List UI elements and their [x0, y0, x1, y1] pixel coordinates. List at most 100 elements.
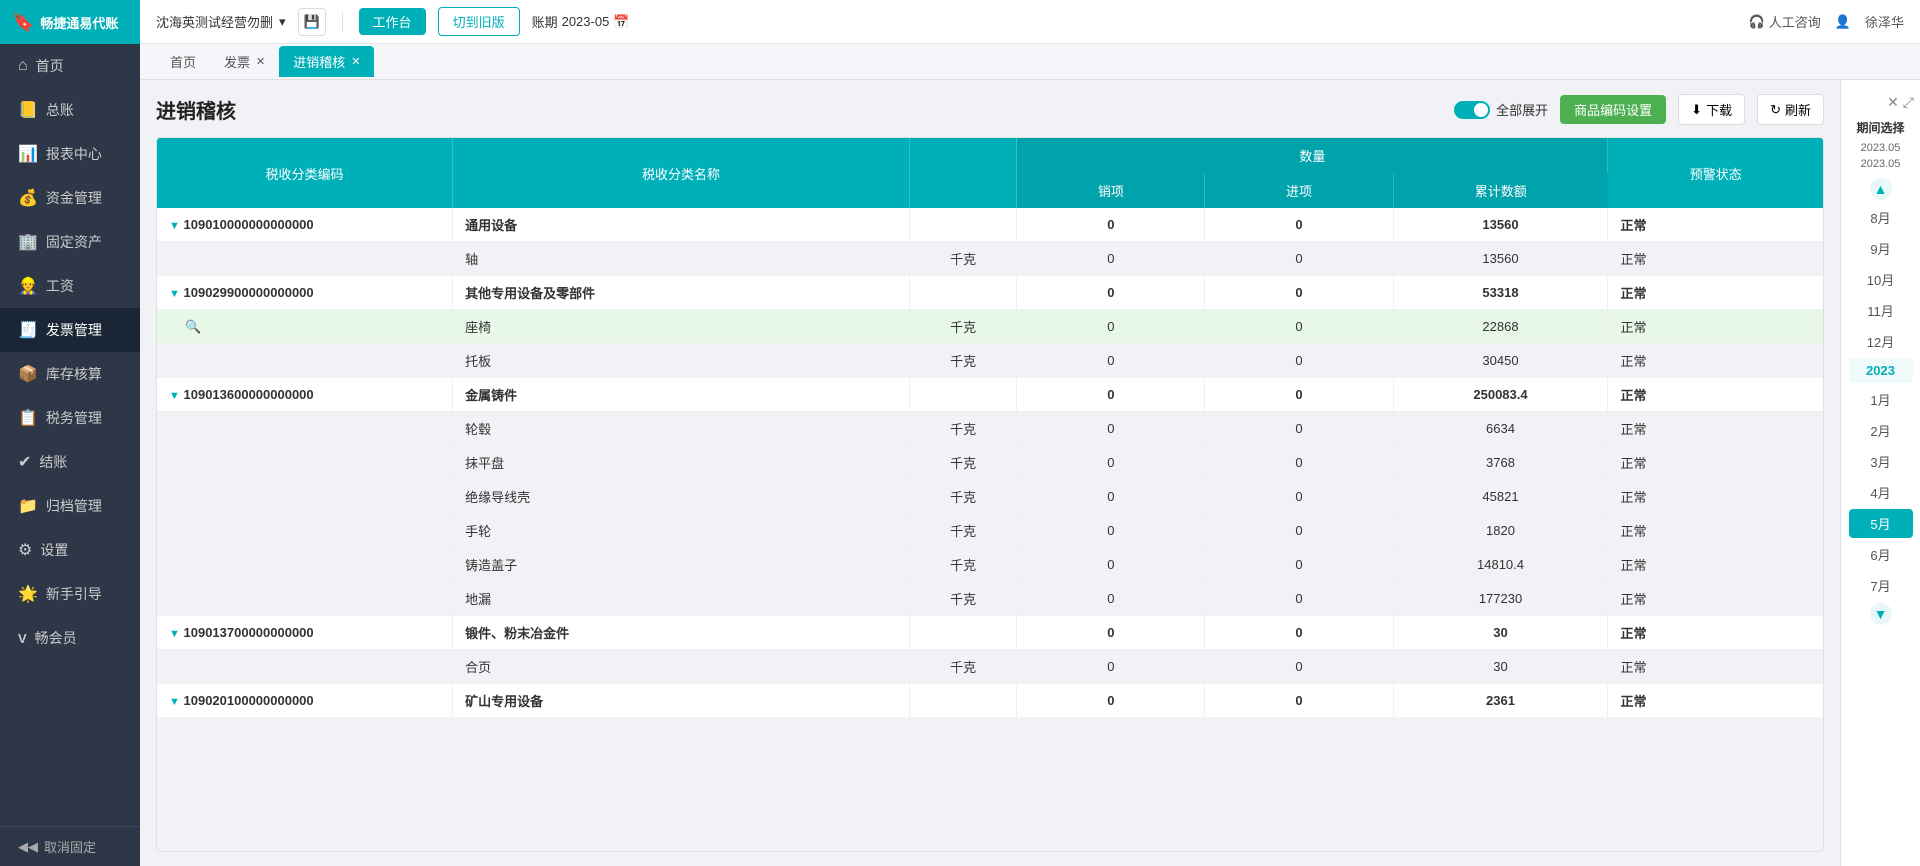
table-row[interactable]: 托板 千克 0 0 30450 正常 — [157, 344, 1823, 378]
data-table: 税收分类编码 税收分类名称 数量 预警状态 销项 进项 累计数额 — [157, 138, 1823, 717]
month-1[interactable]: 1月 — [1849, 385, 1913, 414]
cell-warning: 正常 — [1608, 582, 1823, 616]
logo-text: 畅捷通易代账 — [40, 13, 118, 32]
sidebar-item-guide[interactable]: 🌟 新手引导 — [0, 572, 140, 616]
sidebar-item-member[interactable]: V 畅会员 — [0, 616, 140, 660]
tab-reconcile[interactable]: 进销稽核 ✕ — [279, 46, 374, 77]
cell-code — [157, 582, 453, 616]
ledger-icon: 📒 — [18, 100, 38, 120]
table-row[interactable]: 抹平盘 千克 0 0 3768 正常 — [157, 446, 1823, 480]
table-row[interactable]: ▼ 109013700000000000 锻件、粉末冶金件 0 0 30 正常 — [157, 616, 1823, 650]
sidebar-label-settings: 设置 — [40, 540, 68, 560]
table-row[interactable]: 轴 千克 0 0 13560 正常 — [157, 242, 1823, 276]
th-tax-code: 税收分类编码 — [157, 138, 453, 208]
sidebar-item-home[interactable]: ⌂ 首页 — [0, 44, 140, 88]
save-draft-button[interactable]: 💾 — [298, 8, 326, 36]
switch-button[interactable]: 切到旧版 — [438, 7, 520, 36]
guide-icon: 🌟 — [18, 584, 38, 604]
tab-home[interactable]: 首页 — [156, 46, 210, 77]
month-5[interactable]: 5月 — [1849, 509, 1913, 538]
month-7[interactable]: 7月 — [1849, 571, 1913, 600]
save-icon: 💾 — [303, 14, 319, 30]
support-button[interactable]: 🎧 人工咨询 — [1749, 12, 1821, 31]
tab-reconcile-close[interactable]: ✕ — [351, 55, 360, 68]
invoice-mgmt-icon: 🧾 — [18, 320, 38, 340]
sidebar-item-settings[interactable]: ⚙ 设置 — [0, 528, 140, 572]
company-selector[interactable]: 沈海英测试经营勿删 ▾ — [156, 12, 286, 31]
table-row[interactable]: 手轮 千克 0 0 1820 正常 — [157, 514, 1823, 548]
panel-close-button[interactable]: ✕ — [1887, 94, 1899, 111]
table-row[interactable]: 🔍 座椅 千克 0 0 22868 正常 — [157, 310, 1823, 344]
expand-toggle[interactable]: 全部展开 — [1454, 100, 1548, 119]
table-row[interactable]: 铸造盖子 千克 0 0 14810.4 正常 — [157, 548, 1823, 582]
archive-icon: 📁 — [18, 496, 38, 516]
cell-code: ▼ 109020100000000000 — [157, 684, 453, 718]
cell-warning: 正常 — [1608, 480, 1823, 514]
sidebar-item-tax[interactable]: 📋 税务管理 — [0, 396, 140, 440]
cell-name: 其他专用设备及零部件 — [453, 276, 910, 310]
table-row[interactable]: ▼ 109010000000000000 通用设备 0 0 13560 正常 — [157, 208, 1823, 242]
workbench-button[interactable]: 工作台 — [359, 8, 426, 35]
th-unit — [909, 138, 1016, 208]
cell-code: ▼ 109013600000000000 — [157, 378, 453, 412]
cell-code: ▼ 109029900000000000 — [157, 276, 453, 310]
sidebar-item-invoice-mgmt[interactable]: 🧾 发票管理 — [0, 308, 140, 352]
month-12[interactable]: 12月 — [1849, 327, 1913, 356]
download-button[interactable]: ⬇ 下载 — [1678, 94, 1745, 125]
cell-name: 金属铸件 — [453, 378, 910, 412]
sidebar-item-ledger[interactable]: 📒 总账 — [0, 88, 140, 132]
tab-invoice[interactable]: 发票 ✕ — [210, 46, 279, 77]
cell-warning: 正常 — [1608, 208, 1823, 242]
cell-name: 轮毂 — [453, 412, 910, 446]
sidebar-item-assets[interactable]: 🏢 固定资产 — [0, 220, 140, 264]
cell-total: 3768 — [1393, 446, 1608, 480]
sidebar-item-funds[interactable]: 💰 资金管理 — [0, 176, 140, 220]
sidebar-label-reports: 报表中心 — [46, 144, 102, 164]
cell-code: ▼ 109010000000000000 — [157, 208, 453, 242]
search-icon-cell[interactable]: 🔍 — [185, 319, 201, 334]
period-up-button[interactable]: ▲ — [1870, 178, 1892, 200]
cell-total: 6634 — [1393, 412, 1608, 446]
table-row[interactable]: ▼ 109020100000000000 矿山专用设备 0 0 2361 正常 — [157, 684, 1823, 718]
month-11[interactable]: 11月 — [1849, 296, 1913, 325]
toggle-switch[interactable] — [1454, 101, 1490, 119]
sidebar-item-inventory[interactable]: 📦 库存核算 — [0, 352, 140, 396]
period-down-button[interactable]: ▼ — [1870, 603, 1892, 625]
cell-total: 30 — [1393, 650, 1608, 684]
table-row[interactable]: 轮毂 千克 0 0 6634 正常 — [157, 412, 1823, 446]
table-row[interactable]: ▼ 109029900000000000 其他专用设备及零部件 0 0 5331… — [157, 276, 1823, 310]
table-row[interactable]: ▼ 109013600000000000 金属铸件 0 0 250083.4 正… — [157, 378, 1823, 412]
month-3[interactable]: 3月 — [1849, 447, 1913, 476]
right-panel: ✕ ⤢ 期间选择 2023.05 2023.05 ▲ 8月 9月 10月 11月… — [1840, 80, 1920, 866]
sidebar-item-reports[interactable]: 📊 报表中心 — [0, 132, 140, 176]
sidebar-item-payroll[interactable]: 👷 工资 — [0, 264, 140, 308]
month-4[interactable]: 4月 — [1849, 478, 1913, 507]
assets-icon: 🏢 — [18, 232, 38, 252]
tab-invoice-close[interactable]: ✕ — [256, 55, 265, 68]
month-6[interactable]: 6月 — [1849, 540, 1913, 569]
panel-expand-button[interactable]: ⤢ — [1903, 94, 1914, 111]
table-row[interactable]: 绝缘导线壳 千克 0 0 45821 正常 — [157, 480, 1823, 514]
sidebar-unpin[interactable]: ◀◀ 取消固定 — [0, 826, 140, 866]
month-2[interactable]: 2月 — [1849, 416, 1913, 445]
cell-name: 矿山专用设备 — [453, 684, 910, 718]
table-row[interactable]: 合页 千克 0 0 30 正常 — [157, 650, 1823, 684]
cell-code: ▼ 109013700000000000 — [157, 616, 453, 650]
pin-icon: ◀◀ — [18, 839, 38, 855]
logo-icon: 🔖 — [12, 12, 34, 33]
cell-sales: 0 — [1017, 242, 1205, 276]
month-10[interactable]: 10月 — [1849, 265, 1913, 294]
cell-purchase: 0 — [1205, 310, 1393, 344]
cell-unit: 千克 — [909, 446, 1016, 480]
sidebar-item-settle[interactable]: ✔ 结账 — [0, 440, 140, 484]
product-code-button[interactable]: 商品编码设置 — [1560, 95, 1666, 124]
month-9[interactable]: 9月 — [1849, 234, 1913, 263]
sidebar-label-invoice-mgmt: 发票管理 — [46, 320, 102, 340]
cell-warning: 正常 — [1608, 412, 1823, 446]
sidebar-label-funds: 资金管理 — [46, 188, 102, 208]
month-8[interactable]: 8月 — [1849, 203, 1913, 232]
sidebar-item-archive[interactable]: 📁 归档管理 — [0, 484, 140, 528]
th-qty-group: 数量 — [1017, 138, 1608, 173]
table-row[interactable]: 地漏 千克 0 0 177230 正常 — [157, 582, 1823, 616]
refresh-button[interactable]: ↻ 刷新 — [1757, 94, 1824, 125]
